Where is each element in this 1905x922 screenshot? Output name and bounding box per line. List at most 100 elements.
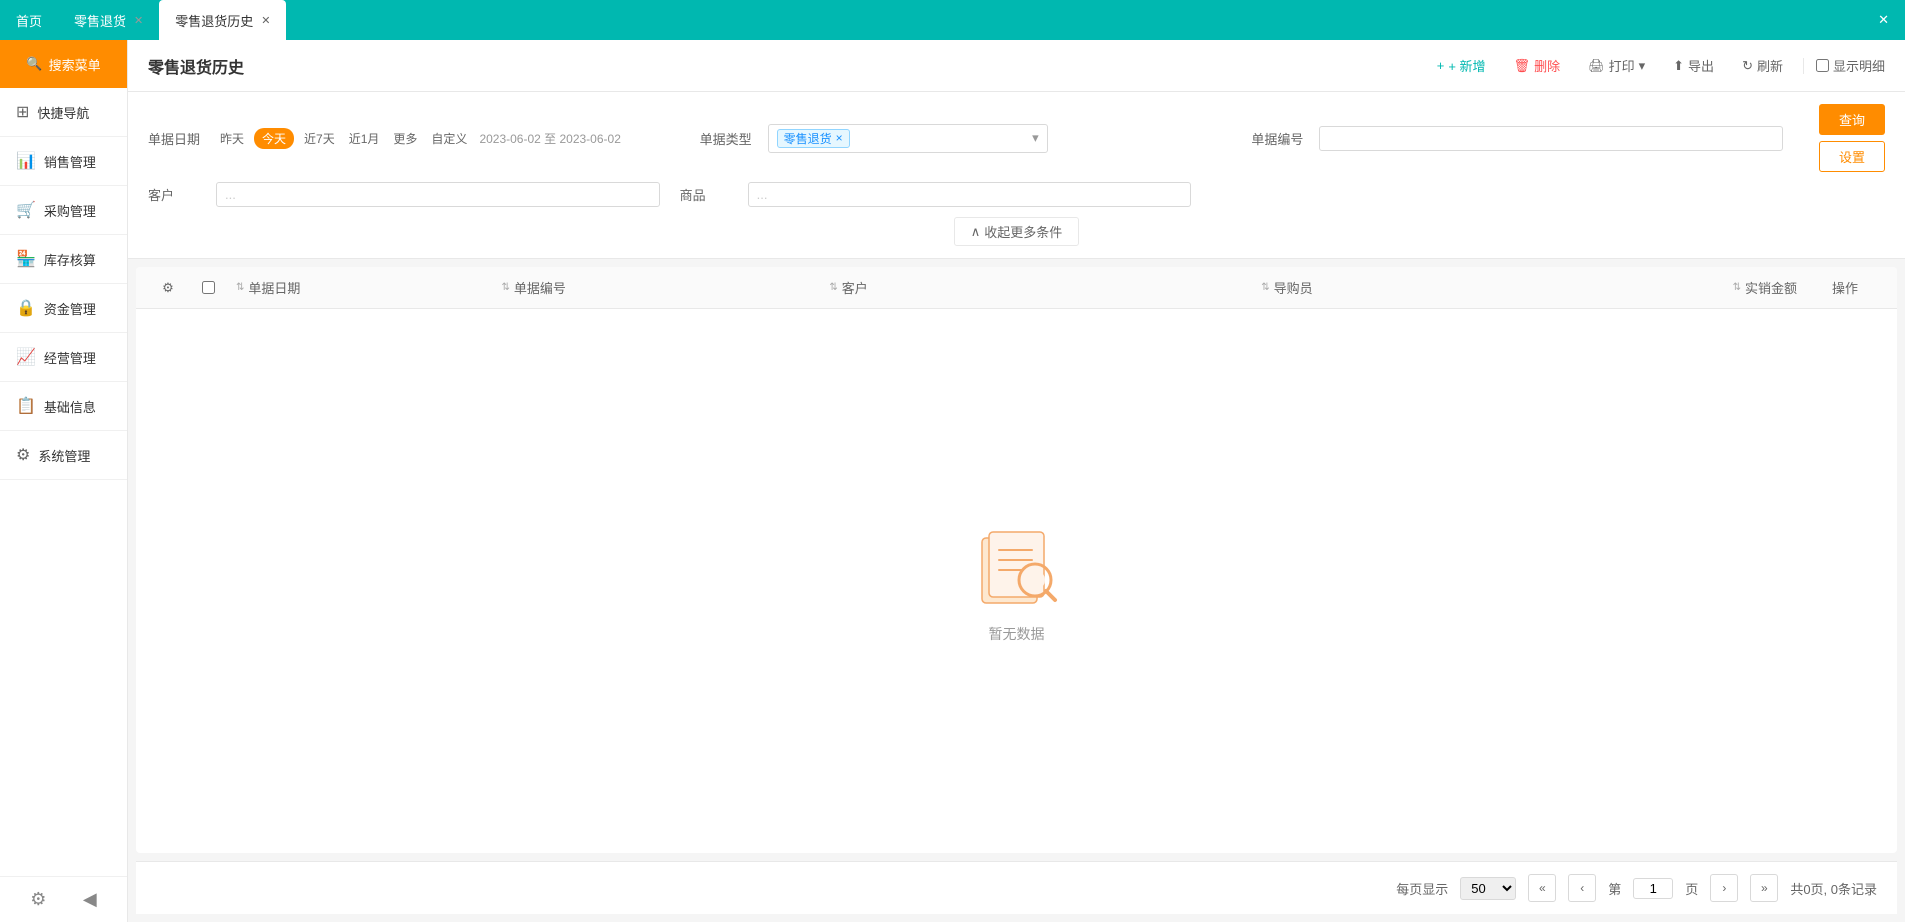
type-tag-text: 零售退货 [784, 130, 832, 147]
main-layout: 🔍 搜索菜单 ⊞ 快捷导航 📊 销售管理 🛒 采购管理 🏪 库存核算 🔒 资金管… [0, 40, 1905, 922]
system-icon: ⚙ [16, 445, 30, 465]
basic-info-icon: 📋 [16, 396, 36, 416]
sort-order-icon[interactable]: ⇅ [502, 282, 510, 293]
type-tag: 零售退货 × [777, 129, 850, 148]
table-settings-icon[interactable]: ⚙ [162, 280, 174, 296]
sidebar-item-sales-mgmt[interactable]: 📊 销售管理 [0, 137, 127, 186]
th-date-label: 单据日期 [248, 278, 300, 297]
th-checkbox[interactable] [188, 281, 228, 294]
page-header: 零售退货历史 + + 新增 🗑 删除 🖨 打印 ▾ ⬆ 导出 [128, 40, 1905, 92]
settings-icon[interactable]: ⚙ [30, 889, 46, 910]
type-tag-close-icon[interactable]: × [836, 131, 843, 145]
customer-label: 客户 [148, 185, 208, 204]
close-window[interactable]: ✕ [1878, 12, 1905, 28]
refresh-label: 刷新 [1757, 56, 1783, 75]
sidebar-item-inventory-label: 库存核算 [44, 250, 96, 269]
sort-amount-icon[interactable]: ⇅ [1733, 282, 1741, 293]
sidebar-item-purchase-mgmt[interactable]: 🛒 采购管理 [0, 186, 127, 235]
sidebar-item-system-mgmt[interactable]: ⚙ 系统管理 [0, 431, 127, 480]
tab-retail-return[interactable]: 零售退货 ✕ [58, 0, 159, 40]
type-filter: 单据类型 零售退货 × ▾ [700, 124, 1232, 153]
goods-input[interactable]: ... [748, 182, 1192, 207]
delete-label: 删除 [1534, 56, 1560, 75]
next-page-icon: › [1722, 881, 1726, 895]
date-btn-yesterday[interactable]: 昨天 [216, 129, 248, 148]
query-button[interactable]: 查询 [1819, 104, 1885, 135]
next-page-button[interactable]: › [1710, 874, 1738, 902]
purchase-icon: 🛒 [16, 200, 36, 220]
sales-icon: 📊 [16, 151, 36, 171]
th-order-label: 单据编号 [514, 278, 566, 297]
sidebar-item-operations[interactable]: 📈 经营管理 [0, 333, 127, 382]
last-page-button[interactable]: » [1750, 874, 1778, 902]
page-title: 零售退货历史 [148, 54, 244, 78]
th-amount: ⇅ 实销金额 [1581, 278, 1805, 297]
collapse-sidebar-icon[interactable]: ◀ [83, 889, 97, 910]
export-button[interactable]: ⬆ 导出 [1665, 52, 1722, 79]
type-filter-label: 单据类型 [700, 129, 760, 148]
goods-filter: 商品 ... [680, 182, 1192, 207]
new-icon: + [1437, 58, 1445, 73]
sidebar-item-basic-info[interactable]: 📋 基础信息 [0, 382, 127, 431]
print-button[interactable]: 🖨 打印 ▾ [1580, 52, 1653, 79]
sidebar-item-quick-nav[interactable]: ⊞ 快捷导航 [0, 88, 127, 137]
select-all-checkbox[interactable] [202, 281, 215, 294]
sidebar-item-inventory[interactable]: 🏪 库存核算 [0, 235, 127, 284]
sidebar-item-purchase-label: 采购管理 [44, 201, 96, 220]
print-label: 打印 [1609, 56, 1635, 75]
sidebar-item-finance[interactable]: 🔒 资金管理 [0, 284, 127, 333]
th-action-label: 操作 [1832, 278, 1858, 297]
filter-row-1: 单据日期 昨天 今天 近7天 近1月 更多 自定义 2023-06-02 至 2… [148, 104, 1885, 172]
date-btn-custom[interactable]: 自定义 [427, 129, 471, 148]
print-arrow-icon: ▾ [1639, 58, 1646, 74]
content-area: 零售退货历史 + + 新增 🗑 删除 🖨 打印 ▾ ⬆ 导出 [128, 40, 1905, 922]
th-guide-label: 导购员 [1274, 278, 1313, 297]
sidebar-item-system-label: 系统管理 [38, 446, 90, 465]
sidebar-search[interactable]: 🔍 搜索菜单 [0, 40, 127, 88]
action-buttons: 查询 设置 [1819, 104, 1885, 172]
show-detail-label: 显示明细 [1833, 56, 1885, 75]
tab-home[interactable]: 首页 [0, 0, 58, 40]
order-no-input[interactable] [1319, 126, 1783, 151]
page-number-input[interactable]: 1 [1633, 878, 1673, 899]
date-btn-today[interactable]: 今天 [254, 128, 294, 149]
export-icon: ⬆ [1673, 58, 1684, 74]
date-shortcuts: 昨天 今天 近7天 近1月 更多 自定义 [216, 128, 471, 149]
customer-input[interactable]: ... [216, 182, 660, 207]
page-label: 第 [1608, 879, 1621, 898]
order-no-label: 单据编号 [1251, 129, 1311, 148]
date-btn-1month[interactable]: 近1月 [345, 129, 384, 148]
delete-button[interactable]: 🗑 删除 [1506, 52, 1569, 79]
quick-nav-icon: ⊞ [16, 102, 29, 122]
th-settings[interactable]: ⚙ [148, 280, 188, 296]
date-btn-more[interactable]: 更多 [389, 129, 421, 148]
tab-home-label: 首页 [16, 11, 42, 30]
type-select[interactable]: 零售退货 × ▾ [768, 124, 1048, 153]
th-action: 操作 [1805, 278, 1885, 297]
first-page-button[interactable]: « [1528, 874, 1556, 902]
date-btn-7days[interactable]: 近7天 [300, 129, 339, 148]
sort-date-icon[interactable]: ⇅ [236, 282, 244, 293]
date-filter-label: 单据日期 [148, 129, 208, 148]
refresh-button[interactable]: ↻ 刷新 [1734, 52, 1791, 79]
close-tab-retail-return[interactable]: ✕ [134, 14, 143, 27]
tab-retail-return-history[interactable]: 零售退货历史 ✕ [159, 0, 286, 40]
date-filter: 单据日期 昨天 今天 近7天 近1月 更多 自定义 2023-06-02 至 2… [148, 128, 680, 149]
settings-button[interactable]: 设置 [1819, 141, 1885, 172]
th-customer: ⇅ 客户 [821, 278, 1253, 297]
show-detail-input[interactable] [1816, 59, 1829, 72]
sort-guide-icon[interactable]: ⇅ [1261, 282, 1269, 293]
per-page-select[interactable]: 50 10 20 100 [1460, 877, 1516, 900]
filter-row-2: 客户 ... 商品 ... [148, 182, 1885, 207]
type-select-arrow: ▾ [1032, 130, 1039, 146]
show-detail-checkbox[interactable]: 显示明细 [1816, 56, 1885, 75]
sidebar-bottom: ⚙ ◀ [0, 876, 127, 922]
collapse-button[interactable]: ∧ 收起更多条件 [954, 217, 1080, 246]
sort-customer-icon[interactable]: ⇅ [829, 282, 837, 293]
new-button[interactable]: + + 新增 [1429, 52, 1494, 79]
close-tab-history[interactable]: ✕ [261, 14, 270, 27]
sidebar-item-operations-label: 经营管理 [44, 348, 96, 367]
total-info: 共0页, 0条记录 [1790, 879, 1877, 898]
prev-page-button[interactable]: ‹ [1568, 874, 1596, 902]
sidebar: 🔍 搜索菜单 ⊞ 快捷导航 📊 销售管理 🛒 采购管理 🏪 库存核算 🔒 资金管… [0, 40, 128, 922]
